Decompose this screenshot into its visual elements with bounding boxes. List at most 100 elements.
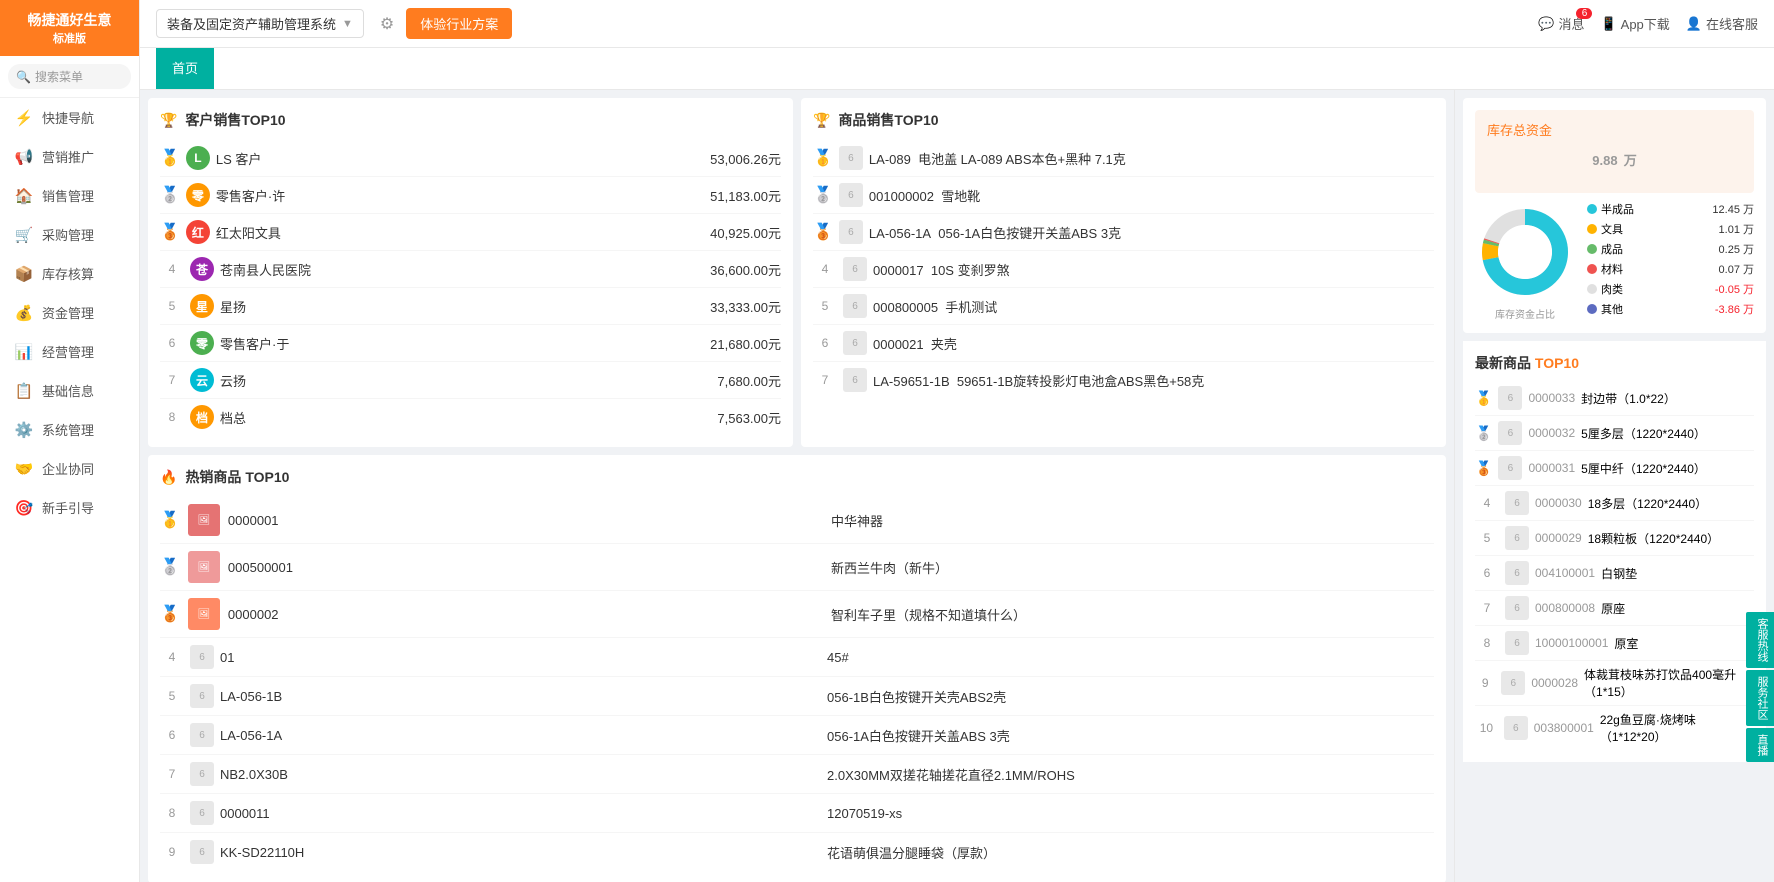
hot-product-name: 花语萌俱温分腿睡袋（厚款）: [827, 843, 1434, 862]
rank-medal: 🥉: [813, 222, 833, 242]
newest-product-item[interactable]: 4 6 0000030 18多层（1220*2440）: [1475, 486, 1754, 521]
customer-name: 零售客户·于: [220, 334, 710, 353]
rank-num: 8: [1475, 636, 1499, 650]
customer-list-item[interactable]: 🥉 红 红太阳文具 40,925.00元: [160, 214, 781, 251]
newest-product-item[interactable]: 7 6 000800008 原座: [1475, 591, 1754, 626]
sidebar-item-sales[interactable]: 🏠 销售管理: [0, 176, 139, 215]
tab-home[interactable]: 首页: [156, 48, 214, 89]
rank-num: 5: [160, 299, 184, 313]
legend-value: 1.01 万: [1719, 221, 1754, 237]
hot-product-item[interactable]: 🥉 🖼 0000002 智利车子里（规格不知道填什么）: [160, 591, 1434, 638]
product-sales-list-item[interactable]: 7 6 LA-59651-1B 59651-1B旋转投影灯电池盒ABS黑色+58…: [813, 362, 1434, 398]
legend-left: 材料: [1587, 261, 1623, 277]
newest-product-item[interactable]: 10 6 003800001 22g鱼豆腐·烧烤味（1*12*20）: [1475, 706, 1754, 750]
customer-value: 33,333.00元: [710, 297, 781, 316]
hot-product-code: 0000001: [228, 513, 831, 528]
sidebar-item-collaboration[interactable]: 🤝 企业协同: [0, 449, 139, 488]
customer-avatar: 红: [186, 220, 210, 244]
customer-list-item[interactable]: 6 零 零售客户·于 21,680.00元: [160, 325, 781, 362]
product-icon: 6: [1498, 456, 1522, 480]
product-sales-list-item[interactable]: 5 6 000800005 手机测试: [813, 288, 1434, 325]
product-sales-list-item[interactable]: 6 6 0000021 夹壳: [813, 325, 1434, 362]
hot-product-item[interactable]: 8 6 0000011 12070519-xs: [160, 794, 1434, 833]
hot-product-item[interactable]: 9 6 KK-SD22110H 花语萌俱温分腿睡袋（厚款）: [160, 833, 1434, 871]
trophy-icon: 🏆: [160, 112, 177, 129]
basic-info-label: 基础信息: [42, 381, 94, 400]
newest-product-item[interactable]: 6 6 004100001 白钢垫: [1475, 556, 1754, 591]
rank-num: 7: [160, 373, 184, 387]
hot-product-item[interactable]: 5 6 LA-056-1B 056-1B白色按键开关壳ABS2壳: [160, 677, 1434, 716]
newest-product-item[interactable]: 🥉 6 0000031 5厘中纤（1220*2440）: [1475, 451, 1754, 486]
newest-product-item[interactable]: 5 6 0000029 18颗粒板（1220*2440）: [1475, 521, 1754, 556]
inventory-unit: 万: [1624, 153, 1637, 168]
hot-product-name: 45#: [827, 650, 1434, 665]
rank-num: 6: [160, 728, 184, 742]
rank-medal: 🥇: [813, 148, 833, 168]
legend-value: -3.86 万: [1715, 301, 1754, 317]
float-live[interactable]: 直播: [1746, 728, 1774, 762]
product-sales-list-item[interactable]: 🥈 6 001000002 雪地靴: [813, 177, 1434, 214]
app-download-button[interactable]: 📱 App下载: [1600, 14, 1669, 33]
customer-name: LS 客户: [216, 149, 710, 168]
legend-item: 其他 -3.86 万: [1587, 301, 1754, 317]
customer-value: 40,925.00元: [710, 223, 781, 242]
float-service-community[interactable]: 服务社区: [1746, 670, 1774, 726]
rank-medal: 🥇: [1475, 390, 1492, 407]
inventory-header: 库存总资金 9.88 万: [1475, 110, 1754, 193]
customer-list-item[interactable]: 7 云 云扬 7,680.00元: [160, 362, 781, 399]
message-button[interactable]: 💬 消息 6: [1538, 14, 1584, 33]
float-customer-service[interactable]: 客服热线: [1746, 612, 1774, 668]
sidebar-item-marketing[interactable]: 📢 营销推广: [0, 137, 139, 176]
hot-product-item[interactable]: 🥇 🖼 0000001 中华神器: [160, 497, 1434, 544]
product-icon: 6: [843, 294, 867, 318]
guide-label: 新手引导: [42, 498, 94, 517]
product-icon: 6: [1505, 526, 1529, 550]
inventory-label: 库存核算: [42, 264, 94, 283]
legend-item: 材料 0.07 万: [1587, 261, 1754, 277]
sidebar-item-purchase[interactable]: 🛒 采购管理: [0, 215, 139, 254]
inventory-card: 库存总资金 9.88 万: [1463, 98, 1766, 333]
customer-list-item[interactable]: 5 星 星扬 33,333.00元: [160, 288, 781, 325]
customer-list-item[interactable]: 🥈 零 零售客户·许 51,183.00元: [160, 177, 781, 214]
sidebar-item-quick-nav[interactable]: ⚡ 快捷导航: [0, 98, 139, 137]
sidebar-item-basic-info[interactable]: 📋 基础信息: [0, 371, 139, 410]
customer-list-item[interactable]: 🥇 L LS 客户 53,006.26元: [160, 140, 781, 177]
message-badge: 6: [1576, 8, 1592, 19]
product-icon: 6: [1504, 716, 1528, 740]
product-sales-list-item[interactable]: 🥉 6 LA-056-1A 056-1A白色按键开关盖ABS 3克: [813, 214, 1434, 251]
marketing-label: 营销推广: [42, 147, 94, 166]
product-sales-list-item[interactable]: 4 6 0000017 10S 变刹罗煞: [813, 251, 1434, 288]
customer-name: 零售客户·许: [216, 186, 710, 205]
app-download-label: App下载: [1621, 14, 1670, 33]
hot-product-item[interactable]: 🥈 🖼 000500001 新西兰牛肉（新牛）: [160, 544, 1434, 591]
product-thumbnail: 🖼: [188, 551, 220, 583]
customer-list-item[interactable]: 4 苍 苍南县人民医院 36,600.00元: [160, 251, 781, 288]
sidebar-item-guide[interactable]: 🎯 新手引导: [0, 488, 139, 527]
online-service-button[interactable]: 👤 在线客服: [1686, 14, 1758, 33]
customer-list-item[interactable]: 8 档 档总 7,563.00元: [160, 399, 781, 435]
hot-product-item[interactable]: 7 6 NB2.0X30B 2.0X30MM双搓花轴搓花直径2.1MM/ROHS: [160, 755, 1434, 794]
newest-product-item[interactable]: 9 6 0000028 体裁茸枝味苏打饮品400毫升（1*15）: [1475, 661, 1754, 706]
product-icon: 6: [1505, 596, 1529, 620]
newest-product-item[interactable]: 🥈 6 0000032 5厘多层（1220*2440）: [1475, 416, 1754, 451]
system-selector[interactable]: 装备及固定资产辅助管理系统 ▼: [156, 9, 364, 38]
legend-item: 半成品 12.45 万: [1587, 201, 1754, 217]
newest-product-item[interactable]: 8 6 10000100001 原室: [1475, 626, 1754, 661]
settings-icon[interactable]: ⚙: [380, 14, 394, 34]
app-version: 标准版: [53, 30, 86, 46]
legend-label: 成品: [1601, 241, 1623, 257]
trial-button[interactable]: 体验行业方案: [406, 8, 512, 39]
product-name: 001000002 雪地靴: [869, 186, 1434, 205]
sidebar-item-finance[interactable]: 💰 资金管理: [0, 293, 139, 332]
sidebar-item-system[interactable]: ⚙️ 系统管理: [0, 410, 139, 449]
product-sales-list-item[interactable]: 🥇 6 LA-089 电池盖 LA-089 ABS本色+黑种 7.1克: [813, 140, 1434, 177]
hot-product-item[interactable]: 6 6 LA-056-1A 056-1A白色按键开关盖ABS 3壳: [160, 716, 1434, 755]
hot-product-item[interactable]: 4 6 01 45#: [160, 638, 1434, 677]
customer-avatar: 云: [190, 368, 214, 392]
legend-value: 0.07 万: [1719, 261, 1754, 277]
newest-product-item[interactable]: 🥇 6 0000033 封边带（1.0*22）: [1475, 381, 1754, 416]
sidebar-item-operations[interactable]: 📊 经营管理: [0, 332, 139, 371]
sidebar-search[interactable]: 🔍 搜索菜单: [0, 56, 139, 98]
sidebar-item-inventory[interactable]: 📦 库存核算: [0, 254, 139, 293]
newest-product-name: 原室: [1614, 635, 1638, 652]
